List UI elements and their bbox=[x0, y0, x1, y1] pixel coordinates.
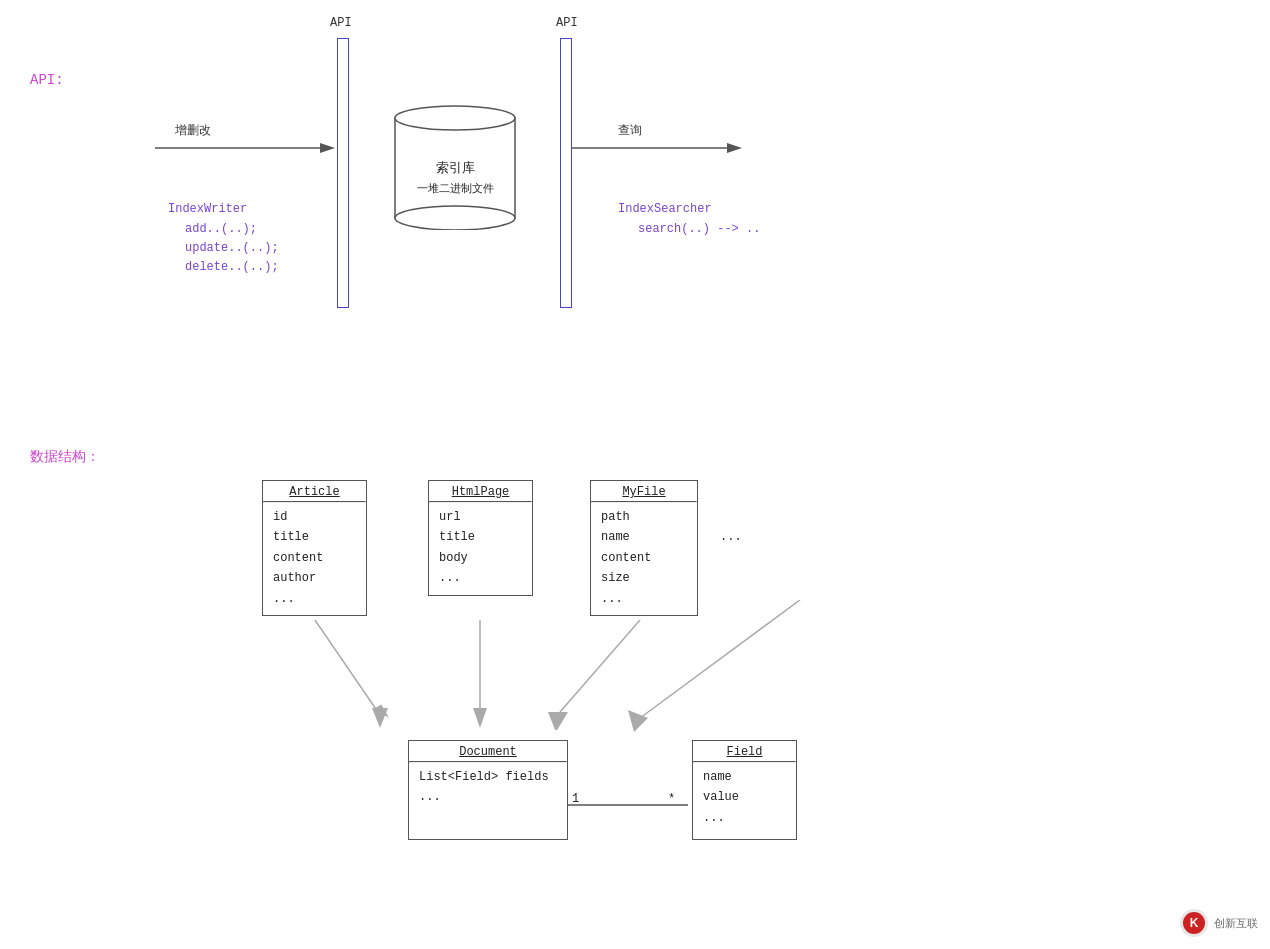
watermark-icon: K bbox=[1180, 909, 1208, 937]
document-box: Document List<Field> fields ... bbox=[408, 740, 568, 840]
method-update: update..(..); bbox=[185, 239, 279, 258]
api-top-right-label: API bbox=[556, 14, 578, 33]
document-title: Document bbox=[409, 741, 567, 761]
article-content: content bbox=[273, 548, 356, 568]
article-title: Article bbox=[263, 481, 366, 501]
more-boxes-ellipsis: ... bbox=[720, 528, 742, 547]
myfile-content: content bbox=[601, 548, 687, 568]
myfile-title: MyFile bbox=[591, 481, 697, 501]
database-cylinder: 索引库 一堆二进制文件 bbox=[390, 90, 520, 230]
document-fields: List<Field> fields bbox=[419, 767, 557, 787]
field-name: name bbox=[703, 767, 786, 787]
htmlpage-box: HtmlPage url title body ... bbox=[428, 480, 533, 596]
document-ellipsis: ... bbox=[419, 787, 557, 807]
svg-marker-13 bbox=[473, 708, 487, 728]
left-vertical-bar bbox=[337, 38, 349, 308]
svg-marker-8 bbox=[727, 143, 742, 153]
field-box: Field name value ... bbox=[692, 740, 797, 840]
htmlpage-body-field: body bbox=[439, 548, 522, 568]
htmlpage-title-field: title bbox=[439, 527, 522, 547]
multiplicity-many: * bbox=[668, 790, 675, 809]
article-body: id title content author ... bbox=[263, 503, 366, 615]
htmlpage-to-document-arrow bbox=[465, 620, 495, 730]
index-searcher-label: IndexSearcher bbox=[618, 200, 712, 219]
svg-text:K: K bbox=[1190, 916, 1199, 930]
svg-line-9 bbox=[315, 620, 380, 715]
api-top-left-label: API bbox=[330, 14, 352, 33]
article-author: author bbox=[273, 568, 356, 588]
index-searcher-methods: search(..) --> .. bbox=[638, 220, 760, 239]
write-arrow bbox=[155, 138, 340, 158]
svg-marker-17 bbox=[628, 710, 648, 732]
multiplicity-one: 1 bbox=[572, 790, 579, 809]
article-ellipsis: ... bbox=[273, 589, 356, 609]
myfile-box: MyFile path name content size ... bbox=[590, 480, 698, 616]
article-to-document-arrow bbox=[300, 620, 430, 730]
myfile-body: path name content size ... bbox=[591, 503, 697, 615]
field-value: value bbox=[703, 787, 786, 807]
field-ellipsis: ... bbox=[703, 808, 786, 828]
index-writer-label: IndexWriter bbox=[168, 200, 247, 219]
field-body: name value ... bbox=[693, 763, 796, 834]
myfile-path: path bbox=[601, 507, 687, 527]
myfile-name: name bbox=[601, 527, 687, 547]
article-box: Article id title content author ... bbox=[262, 480, 367, 616]
data-section-label: 数据结构： bbox=[30, 448, 100, 466]
htmlpage-ellipsis: ... bbox=[439, 568, 522, 588]
extra-to-document-arrow bbox=[620, 600, 820, 740]
right-vertical-bar bbox=[560, 38, 572, 308]
field-title: Field bbox=[693, 741, 796, 761]
svg-point-1 bbox=[395, 206, 515, 230]
document-body: List<Field> fields ... bbox=[409, 763, 567, 814]
index-writer-methods: add..(..); update..(..); delete..(..); bbox=[185, 220, 279, 278]
article-id: id bbox=[273, 507, 356, 527]
method-delete: delete..(..); bbox=[185, 258, 279, 277]
api-section-label: API: bbox=[30, 72, 64, 88]
svg-text:一堆二进制文件: 一堆二进制文件 bbox=[417, 182, 494, 195]
svg-marker-6 bbox=[320, 143, 335, 153]
svg-point-2 bbox=[395, 106, 515, 130]
htmlpage-title: HtmlPage bbox=[429, 481, 532, 501]
watermark: K 创新互联 bbox=[1180, 909, 1258, 937]
htmlpage-url: url bbox=[439, 507, 522, 527]
svg-marker-15 bbox=[548, 712, 568, 730]
htmlpage-body: url title body ... bbox=[429, 503, 532, 595]
page-container: API: API API 索引库 一堆二进制文件 增删改 查询 Inde bbox=[0, 0, 1270, 949]
watermark-text: 创新互联 bbox=[1214, 916, 1258, 931]
svg-text:索引库: 索引库 bbox=[436, 161, 475, 176]
query-arrow bbox=[572, 138, 747, 158]
method-add: add..(..); bbox=[185, 220, 279, 239]
article-title-field: title bbox=[273, 527, 356, 547]
myfile-size: size bbox=[601, 568, 687, 588]
svg-marker-11 bbox=[372, 708, 388, 728]
svg-line-16 bbox=[640, 600, 800, 718]
